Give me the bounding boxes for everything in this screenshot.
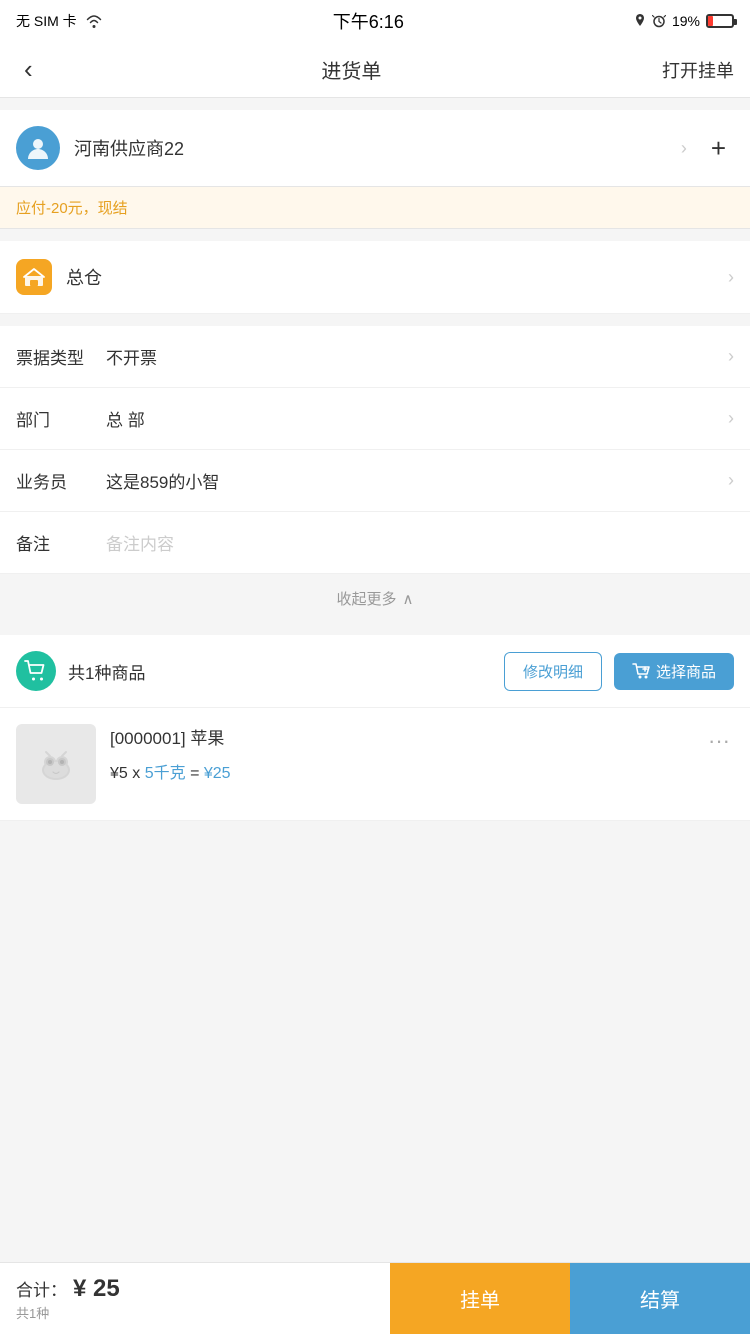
remark-key: 备注 <box>16 530 106 555</box>
product-header: 共1种商品 修改明细 选择商品 <box>0 635 750 708</box>
open-pending-button[interactable]: 打开挂单 <box>662 57 734 83</box>
location-icon <box>634 14 646 28</box>
product-placeholder-icon <box>34 742 78 786</box>
product-total: ¥25 <box>204 765 231 782</box>
product-unit-price: ¥5 <box>110 765 128 782</box>
bottom-bar: 合计： ¥ 25 共1种 挂单 结算 <box>0 1262 750 1334</box>
product-name: [0000001] 苹果 <box>110 724 690 749</box>
bottom-total: 合计： ¥ 25 共1种 <box>0 1275 390 1322</box>
top-divider <box>0 98 750 110</box>
divider-3 <box>0 623 750 635</box>
select-product-icon <box>632 663 650 679</box>
status-left: 无 SIM 卡 <box>16 11 103 31</box>
status-time: 下午6:16 <box>333 8 404 34</box>
warehouse-icon <box>23 266 45 288</box>
battery-percentage: 19% <box>672 13 700 29</box>
ticket-type-chevron-icon: › <box>728 346 734 367</box>
product-item: [0000001] 苹果 ¥5 x 5千克 = ¥25 ··· <box>0 708 750 821</box>
salesman-value: 这是859的小智 <box>106 468 728 493</box>
product-equals: = <box>190 765 204 782</box>
divider-1 <box>0 229 750 241</box>
department-row[interactable]: 部门 总 部 › <box>0 388 750 450</box>
salesman-row[interactable]: 业务员 这是859的小智 › <box>0 450 750 512</box>
warehouse-chevron-icon: › <box>728 267 734 288</box>
remark-row[interactable]: 备注 备注内容 <box>0 512 750 574</box>
person-icon <box>24 134 52 162</box>
supplier-chevron-icon: › <box>681 138 687 159</box>
collapse-label: 收起更多 <box>337 588 397 609</box>
page-title: 进货单 <box>321 55 381 84</box>
main-content: 河南供应商22 › + 应付-20元，现结 总仓 › 票据类型 不开票 <box>0 98 750 901</box>
product-multiply: x <box>132 765 144 782</box>
total-count: 共1种 <box>16 1303 374 1322</box>
status-bar: 无 SIM 卡 下午6:16 19% <box>0 0 750 42</box>
warehouse-row[interactable]: 总仓 › <box>0 241 750 314</box>
total-label: 合计： <box>16 1276 67 1301</box>
cart-icon <box>24 660 48 682</box>
product-display-name: 苹果 <box>190 729 224 748</box>
product-code: [0000001] <box>110 729 186 748</box>
department-key: 部门 <box>16 406 106 431</box>
settle-button[interactable]: 结算 <box>570 1263 750 1334</box>
divider-2 <box>0 314 750 326</box>
nav-bar: ‹ 进货单 打开挂单 <box>0 42 750 98</box>
department-value: 总 部 <box>106 406 728 431</box>
collapse-icon: ∧ <box>403 590 414 608</box>
supplier-row[interactable]: 河南供应商22 › + <box>0 110 750 187</box>
carrier-label: 无 SIM 卡 <box>16 11 77 31</box>
supplier-avatar <box>16 126 60 170</box>
warehouse-icon-bg <box>16 259 52 295</box>
alarm-icon <box>652 14 666 28</box>
battery-icon <box>706 14 734 28</box>
product-count-label: 共1种商品 <box>68 659 492 684</box>
select-product-label: 选择商品 <box>656 661 716 682</box>
product-count-icon-bg <box>16 651 56 691</box>
form-section: 票据类型 不开票 › 部门 总 部 › 业务员 这是859的小智 › 备注 备注… <box>0 326 750 574</box>
hang-order-button[interactable]: 挂单 <box>390 1263 570 1334</box>
salesman-chevron-icon: › <box>728 470 734 491</box>
remark-value: 备注内容 <box>106 530 734 555</box>
ticket-type-value: 不开票 <box>106 344 728 369</box>
product-thumbnail <box>16 724 96 804</box>
ticket-type-row[interactable]: 票据类型 不开票 › <box>0 326 750 388</box>
status-right: 19% <box>634 13 734 29</box>
salesman-key: 业务员 <box>16 468 106 493</box>
supplier-section: 河南供应商22 › + 应付-20元，现结 <box>0 110 750 229</box>
collapse-more-button[interactable]: 收起更多 ∧ <box>0 574 750 623</box>
wifi-icon <box>85 14 103 28</box>
back-button[interactable]: ‹ <box>16 46 41 93</box>
info-banner: 应付-20元，现结 <box>0 187 750 229</box>
edit-detail-button[interactable]: 修改明细 <box>504 652 602 691</box>
department-chevron-icon: › <box>728 408 734 429</box>
product-info: [0000001] 苹果 ¥5 x 5千克 = ¥25 <box>110 724 690 783</box>
total-amount: ¥ 25 <box>73 1275 120 1303</box>
warehouse-label: 总仓 <box>66 264 728 290</box>
ticket-type-key: 票据类型 <box>16 344 106 369</box>
supplier-name: 河南供应商22 <box>74 135 681 161</box>
product-price-row: ¥5 x 5千克 = ¥25 <box>110 759 690 783</box>
product-qty: 5千克 <box>145 765 186 782</box>
add-supplier-button[interactable]: + <box>703 129 734 168</box>
warehouse-section: 总仓 › <box>0 241 750 314</box>
select-product-button[interactable]: 选择商品 <box>614 653 734 690</box>
product-menu-button[interactable]: ··· <box>704 724 734 758</box>
